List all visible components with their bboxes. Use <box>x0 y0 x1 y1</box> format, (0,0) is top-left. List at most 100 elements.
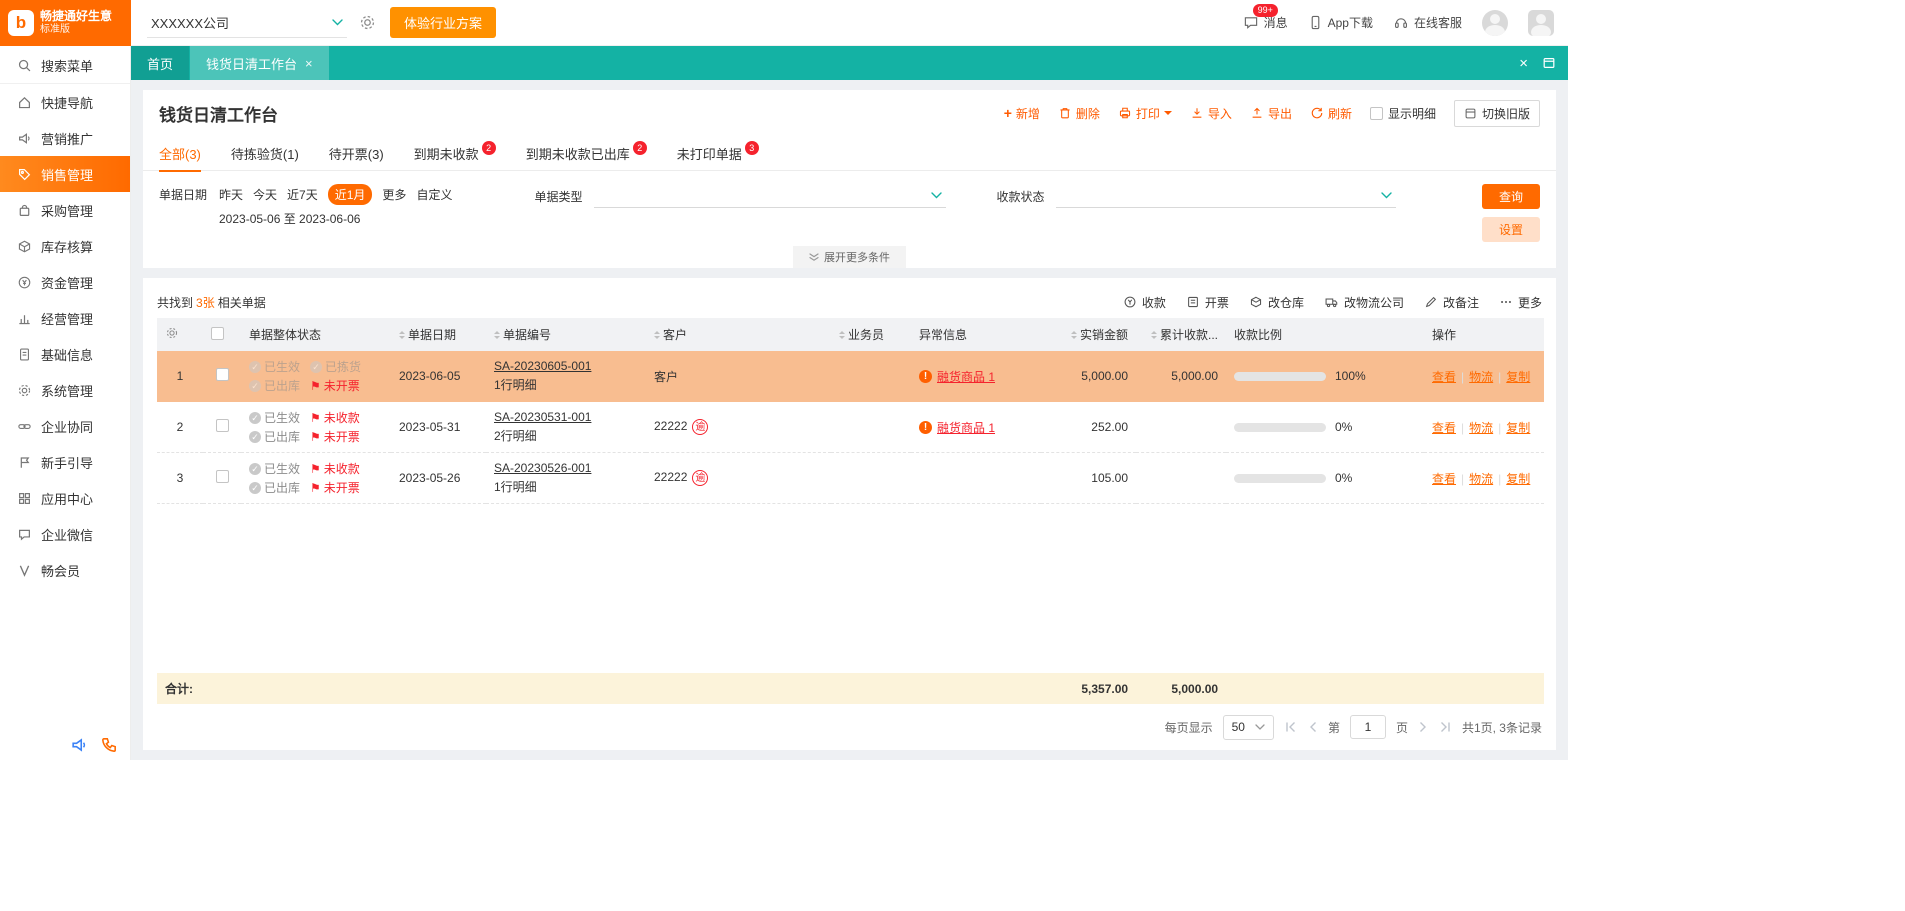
change-warehouse-button[interactable]: 改仓库 <box>1249 294 1304 311</box>
view-link[interactable]: 查看 <box>1432 370 1456 384</box>
app-download-button[interactable]: App下载 <box>1308 14 1373 31</box>
date-option-yesterday[interactable]: 昨天 <box>219 186 243 203</box>
doc-no-link[interactable]: SA-20230526-001 <box>494 461 591 475</box>
exception-link[interactable]: 融货商品 1 <box>937 368 995 385</box>
query-button[interactable]: 查询 <box>1482 184 1540 209</box>
sidebar-item-guide[interactable]: 新手引导 <box>0 444 130 480</box>
import-button[interactable]: 导入 <box>1190 105 1232 122</box>
sort-icon[interactable] <box>839 328 845 342</box>
sort-icon[interactable] <box>494 328 500 342</box>
date-option-1month[interactable]: 近1月 <box>328 184 373 205</box>
filter-tab-overdue-unpaid[interactable]: 到期未收款2 <box>414 136 496 171</box>
sidebar-item-base-info[interactable]: 基础信息 <box>0 336 130 372</box>
more-actions-button[interactable]: 更多 <box>1499 294 1542 311</box>
delete-button[interactable]: 删除 <box>1058 105 1100 122</box>
sidebar-item-collaboration[interactable]: 企业协同 <box>0 408 130 444</box>
table-row[interactable]: 2 ✓已生效 ⚑未收款 ✓已出库 ⚑未开票 <box>157 402 1544 453</box>
print-button[interactable]: 打印 <box>1118 105 1172 122</box>
logistics-link[interactable]: 物流 <box>1469 370 1493 384</box>
make-invoice-button[interactable]: 开票 <box>1186 294 1229 311</box>
float-phone-icon[interactable] <box>100 736 118 754</box>
page-toolbar: + 新增 删除 打印 <box>1004 100 1540 127</box>
exception-link[interactable]: 融货商品 1 <box>937 419 995 436</box>
sort-icon[interactable] <box>1151 328 1157 342</box>
first-page-button[interactable] <box>1284 721 1298 733</box>
sort-icon[interactable] <box>1071 328 1077 342</box>
refresh-button[interactable]: 刷新 <box>1310 105 1352 122</box>
show-detail-toggle[interactable]: 显示明细 <box>1370 105 1436 122</box>
receive-payment-button[interactable]: 收款 <box>1123 294 1166 311</box>
row-checkbox[interactable] <box>216 368 229 381</box>
expand-more-button[interactable]: 展开更多条件 <box>793 246 906 268</box>
date-option-7days[interactable]: 近7天 <box>287 186 318 203</box>
prev-page-button[interactable] <box>1308 721 1318 733</box>
sidebar-item-inventory[interactable]: 库存核算 <box>0 228 130 264</box>
table-row[interactable]: 1 ✓已生效 ✓已拣货 ✓已出库 ⚑未开票 <box>157 351 1544 402</box>
change-logistics-button[interactable]: 改物流公司 <box>1324 294 1404 311</box>
last-page-button[interactable] <box>1438 721 1452 733</box>
sidebar-item-purchase[interactable]: 采购管理 <box>0 192 130 228</box>
add-button[interactable]: + 新增 <box>1004 105 1040 122</box>
filter-tab-unprinted[interactable]: 未打印单据3 <box>677 136 759 171</box>
column-gear-icon[interactable] <box>165 326 179 340</box>
export-button[interactable]: 导出 <box>1250 105 1292 122</box>
sidebar-item-system[interactable]: 系统管理 <box>0 372 130 408</box>
date-option-more[interactable]: 更多 <box>382 186 406 203</box>
filter-tab-all[interactable]: 全部(3) <box>159 136 201 171</box>
messages-button[interactable]: 99+ 消息 <box>1243 14 1288 31</box>
user-avatar[interactable] <box>1482 10 1508 36</box>
close-all-tabs-icon[interactable]: × <box>1519 56 1528 71</box>
show-detail-checkbox[interactable] <box>1370 107 1383 120</box>
company-select[interactable]: XXXXXX公司 <box>147 8 347 38</box>
sidebar-item-app-center[interactable]: 应用中心 <box>0 480 130 516</box>
date-option-custom[interactable]: 自定义 <box>416 186 452 203</box>
settings-button[interactable]: 设置 <box>1482 217 1540 242</box>
next-page-button[interactable] <box>1418 721 1428 733</box>
tab-close-icon[interactable]: × <box>305 56 313 71</box>
doc-no-link[interactable]: SA-20230531-001 <box>494 410 591 424</box>
doc-no-link[interactable]: SA-20230605-001 <box>494 359 591 373</box>
sidebar-item-member[interactable]: 畅会员 <box>0 552 130 588</box>
filter-tab-overdue-shipped[interactable]: 到期未收款已出库2 <box>526 136 647 171</box>
sidebar-item-marketing[interactable]: 营销推广 <box>0 120 130 156</box>
sidebar-item-sales[interactable]: 销售管理 <box>0 156 130 192</box>
payment-status-select[interactable] <box>1056 184 1396 208</box>
sort-icon[interactable] <box>399 328 405 342</box>
page-input[interactable]: 1 <box>1350 715 1386 739</box>
copy-link[interactable]: 复制 <box>1506 472 1530 486</box>
sidebar-item-wechat[interactable]: 企业微信 <box>0 516 130 552</box>
select-all-checkbox[interactable] <box>211 327 224 340</box>
sidebar-item-quick-nav[interactable]: 快捷导航 <box>0 84 130 120</box>
status-label: 已生效 <box>264 409 300 426</box>
filter-tab-to-invoice[interactable]: 待开票(3) <box>329 136 384 171</box>
header-doc-no: 单据编号 <box>486 318 646 351</box>
sidebar-item-search-menu[interactable]: 搜索菜单 <box>0 48 130 84</box>
trial-industry-button[interactable]: 体验行业方案 <box>390 7 496 38</box>
switch-old-version-button[interactable]: 切换旧版 <box>1454 100 1540 127</box>
filter-tab-to-pick[interactable]: 待拣验货(1) <box>231 136 299 171</box>
tab-list-icon[interactable] <box>1542 56 1556 70</box>
sidebar-item-operations[interactable]: 经营管理 <box>0 300 130 336</box>
logistics-link[interactable]: 物流 <box>1469 472 1493 486</box>
tab-daily-settlement[interactable]: 钱货日清工作台 × <box>190 46 329 80</box>
sort-icon[interactable] <box>654 328 660 342</box>
table-row[interactable]: 3 ✓已生效 ⚑未收款 ✓已出库 ⚑未开票 <box>157 453 1544 504</box>
org-avatar[interactable] <box>1528 10 1554 36</box>
sidebar-item-funds[interactable]: 资金管理 <box>0 264 130 300</box>
switch-old-label: 切换旧版 <box>1482 105 1530 122</box>
view-link[interactable]: 查看 <box>1432 472 1456 486</box>
logistics-link[interactable]: 物流 <box>1469 421 1493 435</box>
copy-link[interactable]: 复制 <box>1506 370 1530 384</box>
row-checkbox[interactable] <box>216 470 229 483</box>
row-checkbox[interactable] <box>216 419 229 432</box>
float-announcement-icon[interactable] <box>70 736 88 754</box>
online-service-button[interactable]: 在线客服 <box>1393 14 1462 31</box>
date-option-today[interactable]: 今天 <box>253 186 277 203</box>
per-page-select[interactable]: 50 <box>1223 715 1274 740</box>
doc-type-select[interactable] <box>594 184 946 208</box>
tab-home[interactable]: 首页 <box>131 46 189 80</box>
change-remark-button[interactable]: 改备注 <box>1424 294 1479 311</box>
settings-gear-icon[interactable] <box>359 14 376 31</box>
copy-link[interactable]: 复制 <box>1506 421 1530 435</box>
view-link[interactable]: 查看 <box>1432 421 1456 435</box>
